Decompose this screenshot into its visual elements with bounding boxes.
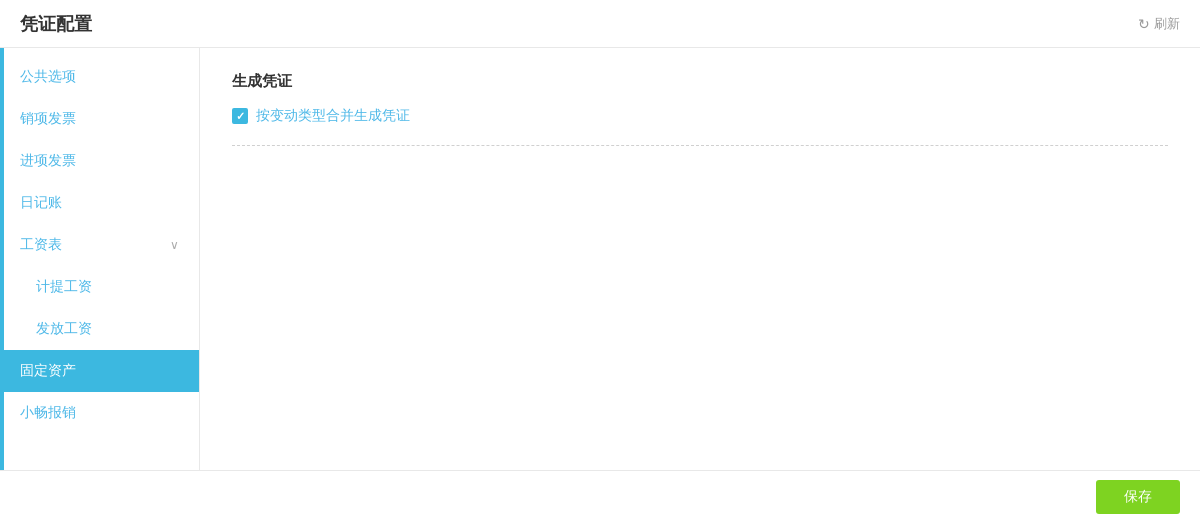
sidebar-item-label: 计提工资 bbox=[36, 278, 92, 296]
sidebar-item-label: 进项发票 bbox=[20, 152, 76, 170]
sidebar-item-payroll-pay[interactable]: 发放工资 bbox=[0, 308, 199, 350]
merge-checkbox-label[interactable]: 按变动类型合并生成凭证 bbox=[256, 107, 410, 125]
section-divider bbox=[232, 145, 1168, 146]
sidebar-item-label: 固定资产 bbox=[20, 362, 76, 380]
sidebar-item-label: 公共选项 bbox=[20, 68, 76, 86]
left-accent-bar bbox=[0, 48, 4, 470]
sidebar-item-payroll-table[interactable]: 工资表 ∨ bbox=[0, 224, 199, 266]
chevron-down-icon: ∨ bbox=[170, 238, 179, 252]
save-button[interactable]: 保存 bbox=[1096, 480, 1180, 514]
sidebar-item-expense-report[interactable]: 小畅报销 bbox=[0, 392, 199, 434]
refresh-button[interactable]: ↻ 刷新 bbox=[1138, 15, 1180, 33]
body: 公共选项销项发票进项发票日记账工资表 ∨ 计提工资发放工资固定资产小畅报销 生成凭证… bbox=[0, 48, 1200, 470]
sidebar-item-journal[interactable]: 日记账 bbox=[0, 182, 199, 224]
footer: 保存 bbox=[0, 470, 1200, 522]
merge-checkbox[interactable] bbox=[232, 108, 248, 124]
main-content: 生成凭证 按变动类型合并生成凭证 bbox=[200, 48, 1200, 470]
sidebar-item-sales-invoice[interactable]: 销项发票 bbox=[0, 98, 199, 140]
sidebar: 公共选项销项发票进项发票日记账工资表 ∨ 计提工资发放工资固定资产小畅报销 bbox=[0, 48, 200, 470]
refresh-label: 刷新 bbox=[1154, 15, 1180, 33]
page-title: 凭证配置 bbox=[20, 12, 92, 36]
sidebar-item-fixed-assets[interactable]: 固定资产 bbox=[0, 350, 199, 392]
sidebar-item-label: 销项发票 bbox=[20, 110, 76, 128]
sidebar-item-label: 发放工资 bbox=[36, 320, 92, 338]
sidebar-item-label: 日记账 bbox=[20, 194, 62, 212]
refresh-icon: ↻ bbox=[1138, 16, 1150, 32]
sidebar-item-public-options[interactable]: 公共选项 bbox=[0, 56, 199, 98]
checkbox-row: 按变动类型合并生成凭证 bbox=[232, 107, 1168, 125]
header: 凭证配置 ↻ 刷新 bbox=[0, 0, 1200, 48]
page-wrapper: 凭证配置 ↻ 刷新 公共选项销项发票进项发票日记账工资表 ∨ 计提工资发放工资固定资… bbox=[0, 0, 1200, 522]
section-title: 生成凭证 bbox=[232, 72, 1168, 91]
sidebar-item-label: 工资表 bbox=[20, 236, 62, 254]
sidebar-item-label: 小畅报销 bbox=[20, 404, 76, 422]
sidebar-item-purchase-invoice[interactable]: 进项发票 bbox=[0, 140, 199, 182]
sidebar-item-payroll-calc[interactable]: 计提工资 bbox=[0, 266, 199, 308]
